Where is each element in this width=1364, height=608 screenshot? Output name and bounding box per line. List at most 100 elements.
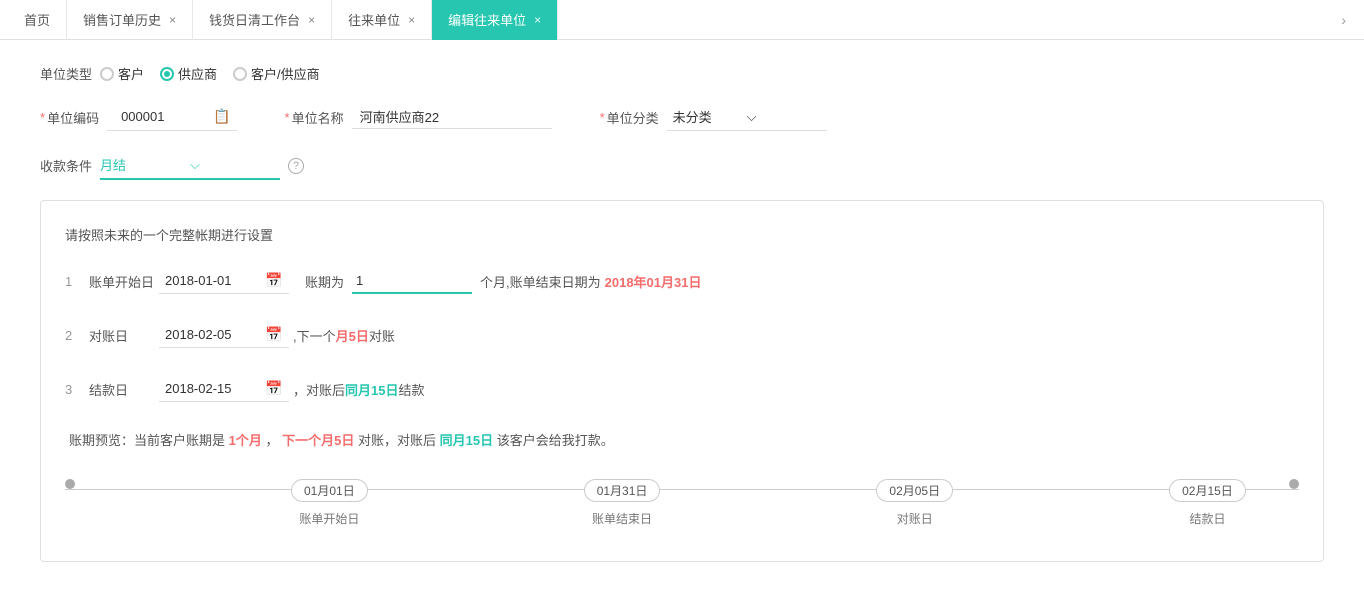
timeline-line [65,489,1299,490]
radio-circle-customer [100,67,114,81]
period-prefix: 账期为 [305,272,344,291]
row3-desc-suffix: 结款 [398,380,424,399]
timeline-start-dot [65,479,75,489]
row3-desc-prefix: ，对账后 [293,380,345,399]
tab-more-arrow[interactable]: › [1331,12,1356,28]
row-num-2: 2 [65,328,89,343]
unit-type-label: 单位类型 [40,64,92,83]
close-contacts[interactable]: × [408,14,415,26]
tab-bar: 首页 销售订单历史 × 钱货日清工作台 × 往来单位 × 编辑往来单位 × › [0,0,1364,40]
unit-type-field: 单位类型 客户 供应商 客户/供应商 [40,64,320,83]
timeline: 01月01日 账单开始日 01月31日 账单结束日 02月05日 对账日 02月… [65,469,1299,537]
cal-icon-3[interactable]: 📅 [265,380,282,397]
milestone-4-badge: 02月15日 [1169,479,1246,502]
preview-text: 账期预览：当前客户账期是 1个月 ， 下一个月5日 对账，对账后 同月15日 该… [65,430,1299,449]
setting-row-2: 2 对账日 📅 ,下一个 月5日 对账 [65,322,1299,348]
unit-name-required: * [285,110,290,125]
period-suffix: 个月,账单结束日期为 [480,272,601,291]
radio-label-supplier: 供应商 [178,64,217,83]
tab-contacts[interactable]: 往来单位 × [332,0,432,40]
unit-name-label: 单位名称 [292,108,344,127]
settings-card: 请按照未来的一个完整帐期进行设置 1 账单开始日 📅 账期为 个月,账单结束日期… [40,200,1324,562]
radio-circle-supplier [160,67,174,81]
row-label-3: 结款日 [89,380,159,399]
category-arrow-icon: ⌵ [747,109,821,125]
close-cash-work[interactable]: × [308,14,315,26]
unit-category-label: 单位分类 [607,108,659,127]
radio-circle-both [233,67,247,81]
date-input-1: 📅 [159,268,289,294]
milestone-3-label: 对账日 [897,510,933,527]
milestone-3: 02月05日 对账日 [876,479,953,527]
unit-code-label: 单位编码 [47,108,99,127]
close-edit-contact[interactable]: × [534,14,541,26]
preview-part2: 下一个月5日 [282,433,354,448]
close-sales-history[interactable]: × [169,14,176,26]
setting-row-1: 1 账单开始日 📅 账期为 个月,账单结束日期为 2018年01月31日 [65,268,1299,294]
unit-code-input-wrap: 📋 [107,103,236,131]
help-icon[interactable]: ? [288,158,304,174]
unit-name-input[interactable] [352,105,552,129]
unit-name-field: * 单位名称 [285,105,552,129]
milestone-4-label: 结款日 [1189,510,1225,527]
setting-row-3: 3 结款日 📅 ，对账后 同月15日 结款 [65,376,1299,402]
row2-highlight: 月5日 [336,326,369,345]
payment-row: 收款条件 月结 ⌵ ? [40,151,1324,180]
period-value-input[interactable] [352,269,472,294]
payment-field: 收款条件 月结 ⌵ ? [40,151,304,180]
unit-type-row: 单位类型 客户 供应商 客户/供应商 [40,64,1324,83]
tab-sales-history[interactable]: 销售订单历史 × [67,0,193,40]
milestone-1-badge: 01月01日 [291,479,368,502]
date-input-2: 📅 [159,322,289,348]
unit-info-row: * 单位编码 📋 * 单位名称 * 单位分类 未分类 ⌵ [40,103,1324,131]
row-label-1: 账单开始日 [89,272,159,291]
milestone-2: 01月31日 账单结束日 [584,479,661,527]
preview-prefix: 账期预览：当前客户账期是 [69,433,225,448]
tab-cash-work[interactable]: 钱货日清工作台 × [193,0,332,40]
payment-label: 收款条件 [40,156,92,175]
unit-category-required: * [600,110,605,125]
timeline-end-dot [1289,479,1299,489]
tab-home[interactable]: 首页 [8,0,67,40]
date-field-1[interactable] [165,273,265,288]
unit-code-field: * 单位编码 📋 [40,103,237,131]
milestone-1: 01月01日 账单开始日 [291,479,368,527]
radio-both[interactable]: 客户/供应商 [233,64,320,83]
unit-code-input[interactable] [113,105,213,128]
radio-group: 客户 供应商 客户/供应商 [100,64,320,83]
row2-desc-suffix: 对账 [369,326,395,345]
radio-customer[interactable]: 客户 [100,64,144,83]
payment-arrow-icon: ⌵ [190,157,280,173]
radio-label-both: 客户/供应商 [251,64,320,83]
main-content: 单位类型 客户 供应商 客户/供应商 * 单位编码 [0,40,1364,608]
tab-edit-contact[interactable]: 编辑往来单位 × [432,0,558,40]
payment-select[interactable]: 月结 ⌵ [100,151,280,180]
preview-end: 该客户会给我打款。 [497,433,614,448]
unit-category-field: * 单位分类 未分类 ⌵ [600,103,827,131]
milestone-2-badge: 01月31日 [584,479,661,502]
unit-category-value: 未分类 [673,107,747,126]
period-end: 2018年01月31日 [605,272,702,291]
card-instruction: 请按照未来的一个完整帐期进行设置 [65,225,1299,244]
row3-highlight: 同月15日 [345,380,398,399]
preview-part1: 1个月 [229,433,262,448]
cal-icon-1[interactable]: 📅 [265,272,282,289]
row-num-3: 3 [65,382,89,397]
radio-supplier[interactable]: 供应商 [160,64,217,83]
milestone-4: 02月15日 结款日 [1169,479,1246,527]
date-field-3[interactable] [165,381,265,396]
radio-label-customer: 客户 [118,64,144,83]
unit-category-select[interactable]: 未分类 ⌵ [667,103,827,131]
date-field-2[interactable] [165,327,265,342]
cal-icon-2[interactable]: 📅 [265,326,282,343]
milestone-1-label: 账单开始日 [299,510,359,527]
preview-sep2: 对账，对账后 [358,433,436,448]
row2-desc-prefix: ,下一个 [293,326,336,345]
unit-code-icon[interactable]: 📋 [213,108,230,125]
row-label-2: 对账日 [89,326,159,345]
preview-sep1: ， [266,433,279,448]
milestone-2-label: 账单结束日 [592,510,652,527]
unit-code-required: * [40,110,45,125]
date-input-3: 📅 [159,376,289,402]
row-num-1: 1 [65,274,89,289]
